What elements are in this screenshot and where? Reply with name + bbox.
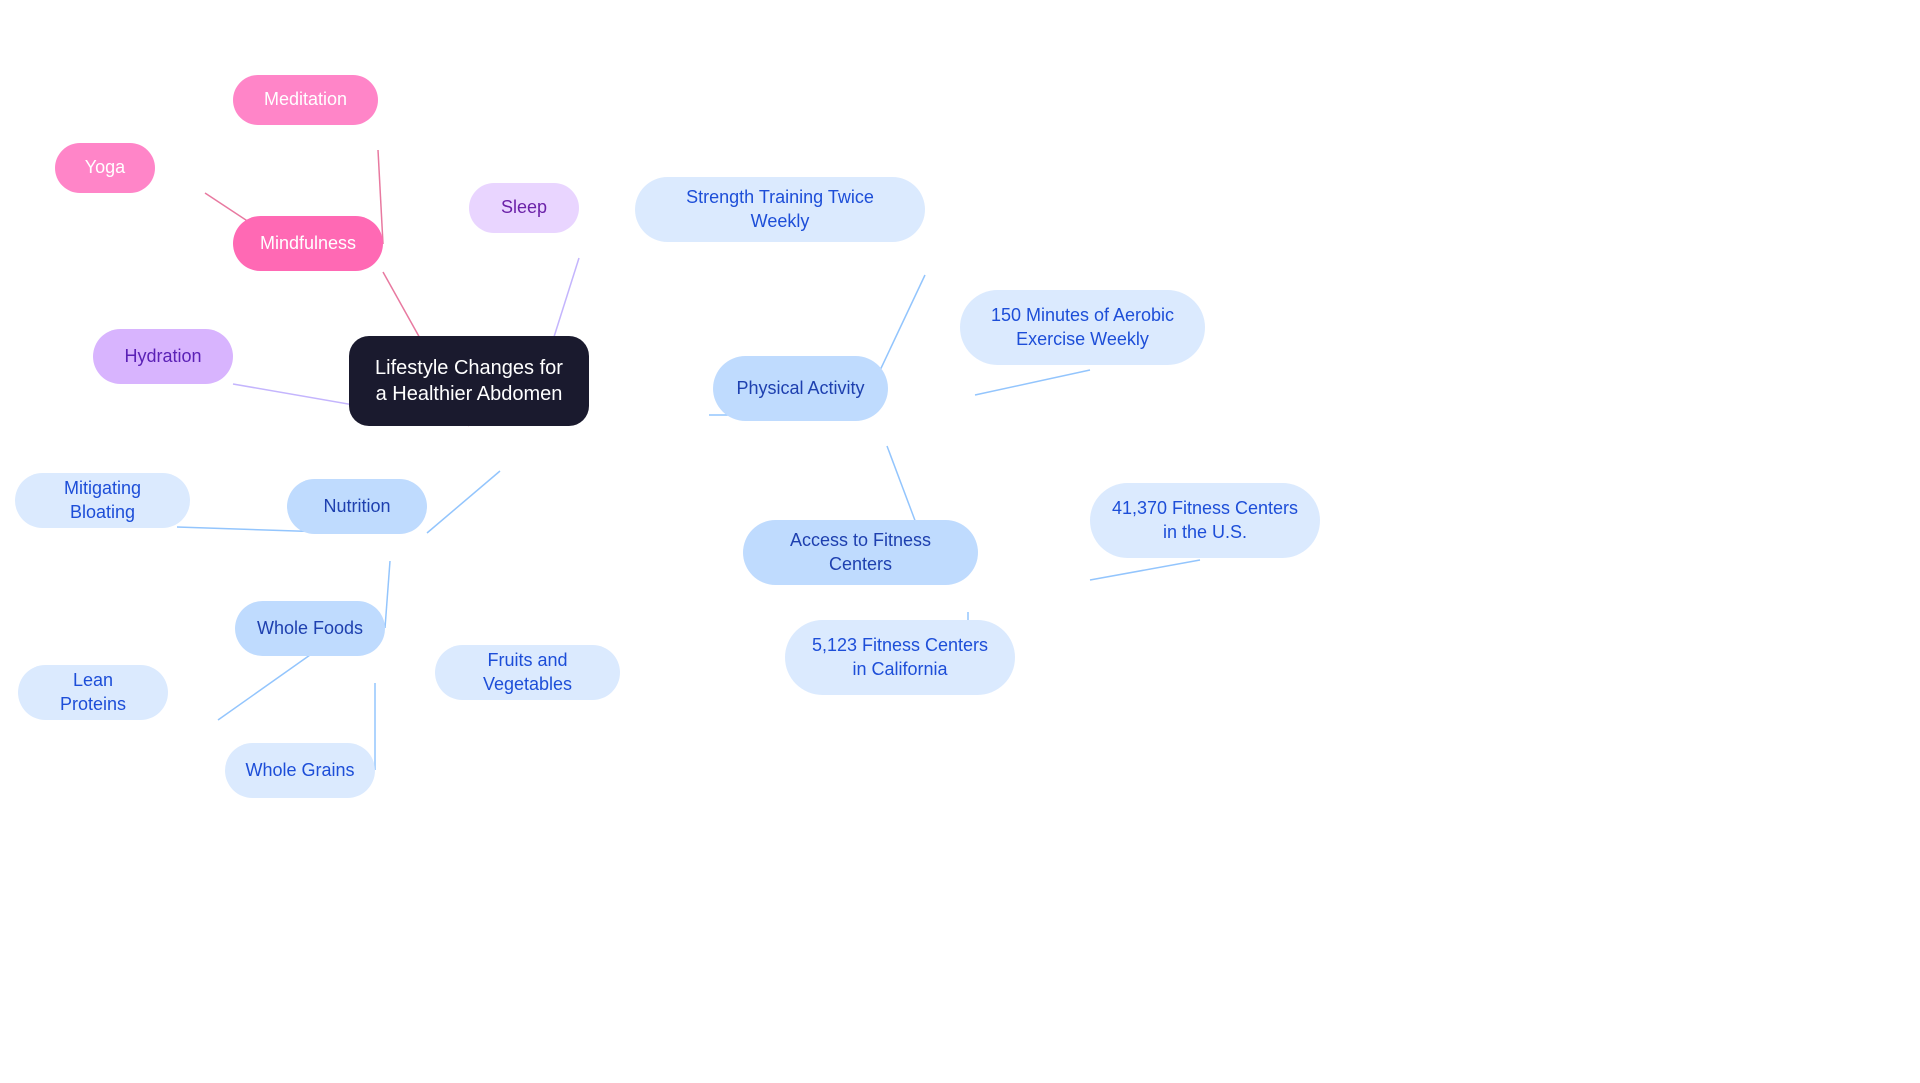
hydration-node: Hydration (93, 329, 233, 384)
nutrition-node: Nutrition (287, 479, 427, 534)
mindfulness-node: Mindfulness (233, 216, 383, 271)
fitness-centers-us-node: 41,370 Fitness Centers in the U.S. (1090, 483, 1320, 558)
aerobic-exercise-node: 150 Minutes of Aerobic Exercise Weekly (960, 290, 1205, 365)
whole-foods-node: Whole Foods (235, 601, 385, 656)
access-fitness-node: Access to Fitness Centers (743, 520, 978, 585)
meditation-node: Meditation (233, 75, 378, 125)
lean-proteins-node: Lean Proteins (18, 665, 168, 720)
yoga-node: Yoga (55, 143, 155, 193)
whole-grains-node: Whole Grains (225, 743, 375, 798)
physical-activity-node: Physical Activity (713, 356, 888, 421)
sleep-node: Sleep (469, 183, 579, 233)
mitigating-bloating-node: Mitigating Bloating (15, 473, 190, 528)
mind-map: Lifestyle Changes for a Healthier Abdome… (0, 0, 1920, 1083)
strength-training-node: Strength Training Twice Weekly (635, 177, 925, 242)
fitness-centers-ca-node: 5,123 Fitness Centers in California (785, 620, 1015, 695)
center-node: Lifestyle Changes for a Healthier Abdome… (349, 336, 589, 426)
fruits-vegetables-node: Fruits and Vegetables (435, 645, 620, 700)
